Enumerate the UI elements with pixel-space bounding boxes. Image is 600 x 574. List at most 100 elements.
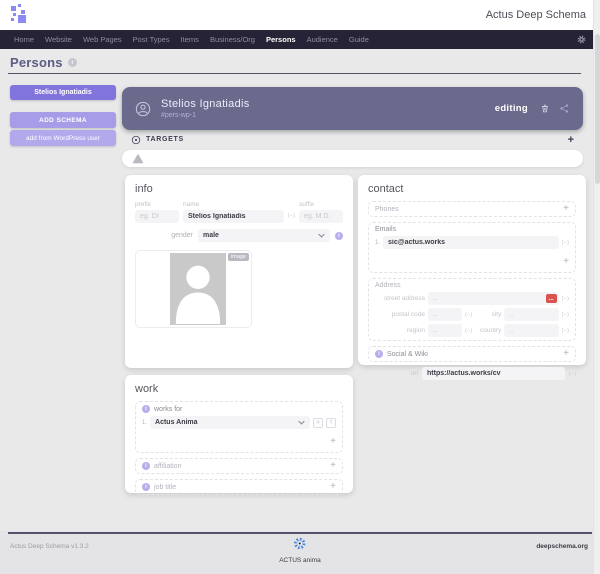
suffix-field[interactable]: [299, 210, 343, 223]
email-index: 1.: [375, 239, 381, 246]
social-wiki-group: i Social & Wiki +: [368, 346, 576, 362]
affiliation-group: i affiliation +: [135, 458, 343, 474]
phones-label: Phones: [375, 205, 399, 213]
prefix-label: prefix: [135, 201, 151, 208]
address-label: Address: [375, 282, 401, 289]
prefix-field[interactable]: [135, 210, 179, 223]
region-label: region: [406, 327, 425, 334]
affiliation-info-icon[interactable]: i: [142, 462, 150, 470]
add-from-wordpress-user-button[interactable]: add from WordPress user: [10, 130, 116, 146]
info-card: info prefix name (--) suffix gender male: [125, 175, 353, 368]
add-affiliation-button[interactable]: +: [330, 461, 336, 471]
name-field[interactable]: [183, 210, 284, 223]
region-clear-button[interactable]: (--): [465, 328, 472, 334]
affiliation-label: affiliation: [154, 462, 182, 470]
main-navbar: Home Website Web Pages Post Types Items …: [0, 30, 600, 49]
footer: Actus Deep Schema v1.3.2 ACTUS anima dee…: [0, 531, 600, 574]
page-info-icon[interactable]: i: [67, 58, 77, 67]
name-label: name: [183, 201, 200, 208]
info-card-title: info: [135, 183, 153, 195]
url-field[interactable]: [422, 367, 565, 380]
email-field[interactable]: [383, 236, 559, 249]
image-badge: image: [228, 253, 249, 261]
topbar: Actus Deep Schema: [0, 0, 600, 30]
works-for-index: 1.: [142, 419, 148, 426]
targets-warning-bar: [122, 150, 583, 167]
nav-item-website[interactable]: Website: [45, 35, 72, 44]
add-target-button[interactable]: +: [568, 134, 574, 145]
delete-person-button[interactable]: [540, 103, 550, 114]
street-address-field[interactable]: [428, 292, 559, 305]
works-for-group: i works for 1. Actus Anima ✕ T +: [135, 401, 343, 453]
gender-label: gender: [171, 232, 193, 239]
city-field[interactable]: [504, 308, 559, 321]
country-field[interactable]: [504, 324, 559, 337]
add-phone-button[interactable]: +: [563, 204, 569, 214]
sidebar-item-person[interactable]: Stelios Ignatiadis: [10, 85, 116, 100]
job-title-group: i job title +: [135, 479, 343, 495]
postal-clear-button[interactable]: (--): [465, 312, 472, 318]
url-clear-button[interactable]: (--): [569, 371, 576, 377]
country-label: country: [480, 327, 502, 334]
footer-version: Actus Deep Schema v1.3.2: [10, 543, 89, 550]
nav-item-guide[interactable]: Guide: [349, 35, 369, 44]
contact-card-title: contact: [368, 183, 404, 195]
gender-select[interactable]: male: [198, 229, 330, 242]
person-id: #pers-wp-1: [161, 112, 197, 119]
scrollbar-track[interactable]: [593, 0, 600, 574]
nav-item-home[interactable]: Home: [14, 35, 34, 44]
city-clear-button[interactable]: (--): [562, 312, 569, 318]
nav-item-items[interactable]: Items: [181, 35, 199, 44]
page-title: Persons: [10, 55, 63, 70]
nav-item-audience[interactable]: Audience: [307, 35, 338, 44]
nav-item-business-org[interactable]: Business/Org: [210, 35, 255, 44]
share-person-button[interactable]: [559, 103, 570, 114]
footer-divider: [8, 532, 592, 534]
footer-brand-block: ACTUS anima: [279, 537, 321, 564]
work-card: work i works for 1. Actus Anima ✕ T + i …: [125, 375, 353, 495]
share-icon: [560, 104, 569, 113]
name-clear-button[interactable]: (--): [288, 213, 295, 219]
nav-item-post-types[interactable]: Post Types: [133, 35, 170, 44]
nav-item-persons[interactable]: Persons: [266, 35, 296, 44]
title-divider: [8, 73, 581, 74]
add-works-for-button[interactable]: +: [330, 437, 336, 447]
email-clear-button[interactable]: (--): [562, 240, 569, 246]
avatar-placeholder-icon: [170, 253, 226, 325]
works-for-remove-icon[interactable]: ✕: [313, 417, 323, 428]
social-wiki-label: Social & Wiki: [387, 350, 428, 358]
settings-gear-icon[interactable]: [577, 35, 586, 44]
url-label: url: [410, 370, 418, 377]
person-image-picker[interactable]: image: [135, 250, 252, 328]
works-for-info-icon[interactable]: i: [142, 405, 150, 413]
person-name: Stelios Ignatiadis: [161, 98, 250, 110]
trash-icon: [542, 104, 548, 113]
editing-status-badge: editing: [494, 103, 528, 114]
street-clear-button[interactable]: (--): [562, 296, 569, 302]
gender-info-icon[interactable]: i: [335, 231, 343, 240]
chevron-down-icon: [298, 420, 305, 425]
social-info-icon[interactable]: i: [375, 350, 383, 358]
gender-row: gender male i: [135, 229, 343, 242]
nav-item-web-pages[interactable]: Web Pages: [83, 35, 122, 44]
works-for-text-mode-icon[interactable]: T: [326, 417, 336, 428]
add-email-button[interactable]: +: [563, 257, 569, 267]
country-clear-button[interactable]: (--): [562, 328, 569, 334]
targets-label: TARGETS: [146, 136, 184, 143]
contact-card: contact Phones + Emails 1. (--) + Addres…: [358, 175, 586, 380]
scrollbar-thumb[interactable]: [595, 34, 600, 184]
emails-label: Emails: [375, 226, 397, 233]
job-title-info-icon[interactable]: i: [142, 483, 150, 491]
app-title: Actus Deep Schema: [485, 9, 586, 21]
add-schema-button[interactable]: ADD SCHEMA: [10, 112, 116, 128]
region-field[interactable]: [428, 324, 462, 337]
work-card-title: work: [135, 383, 159, 395]
postal-code-field[interactable]: [428, 308, 462, 321]
street-address-alert-badge[interactable]: ...: [545, 294, 557, 303]
add-job-title-button[interactable]: +: [330, 482, 336, 492]
footer-brand: ACTUS anima: [279, 557, 321, 564]
footer-site-link[interactable]: deepschema.org: [536, 543, 588, 550]
works-for-select[interactable]: Actus Anima: [150, 416, 310, 429]
add-social-button[interactable]: +: [563, 349, 569, 359]
app-page: Actus Deep Schema Home Website Web Pages…: [0, 0, 600, 574]
